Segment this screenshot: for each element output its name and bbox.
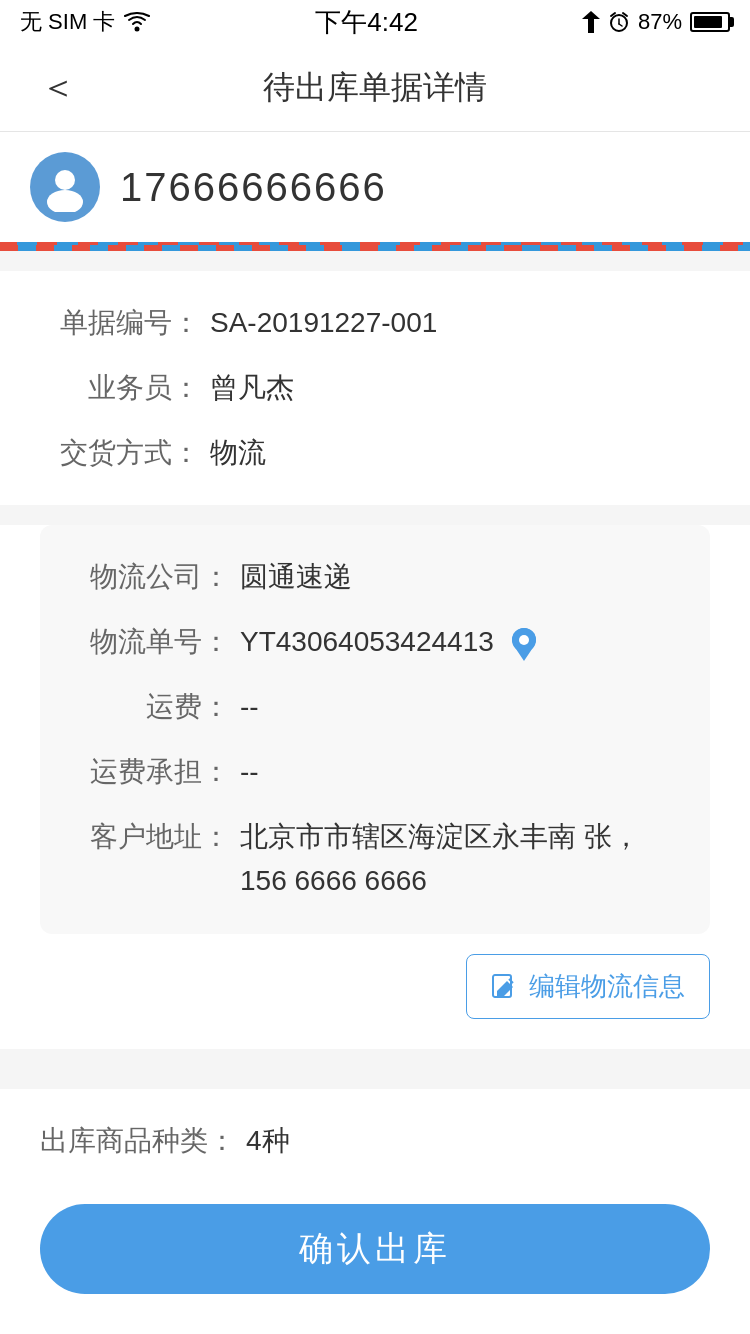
delivery-row: 交货方式： 物流: [40, 431, 710, 476]
svg-point-4: [55, 170, 75, 190]
alarm-icon: [608, 11, 630, 33]
logistics-card: 物流公司： 圆通速递 物流单号： YT43064053424413 运费： --…: [40, 525, 710, 934]
avatar: [30, 152, 100, 222]
customer-phone: 17666666666: [120, 165, 387, 210]
edit-logistics-button[interactable]: 编辑物流信息: [466, 954, 710, 1019]
battery-text: 87%: [638, 9, 682, 35]
address-row: 客户地址： 北京市市辖区海淀区永丰南 张，156 6666 6666: [70, 815, 680, 905]
address-value: 北京市市辖区海淀区永丰南 张，156 6666 6666: [230, 815, 680, 905]
edit-icon: [491, 973, 519, 1001]
svg-line-3: [619, 24, 622, 26]
section-divider-1: [0, 1069, 750, 1089]
logistics-company-row: 物流公司： 圆通速递: [70, 555, 680, 600]
goods-types-label: 出库商品种类：: [40, 1119, 236, 1164]
nav-bar: ＜ 待出库单据详情: [0, 44, 750, 132]
svg-point-8: [519, 635, 529, 645]
order-number-value: SA-20191227-001: [200, 301, 710, 346]
svg-point-5: [47, 190, 83, 212]
salesman-row: 业务员： 曾凡杰: [40, 366, 710, 411]
back-button[interactable]: ＜: [30, 53, 86, 122]
customer-header: 17666666666: [0, 132, 750, 245]
goods-types-row: 出库商品种类： 4种: [40, 1119, 710, 1164]
wifi-icon: [123, 12, 151, 32]
svg-point-0: [135, 27, 140, 32]
page-title: 待出库单据详情: [263, 66, 487, 110]
carrier-text: 无 SIM 卡: [20, 7, 115, 37]
user-icon: [40, 162, 90, 212]
delivery-value: 物流: [200, 431, 710, 476]
address-label: 客户地址：: [70, 815, 230, 860]
map-pin-icon[interactable]: [506, 625, 542, 661]
tracking-value-container: YT43064053424413: [230, 620, 680, 665]
goods-types-value: 4种: [236, 1119, 710, 1164]
order-info-section: 单据编号： SA-20191227-001 业务员： 曾凡杰 交货方式： 物流: [0, 271, 750, 505]
logistics-section: 物流公司： 圆通速递 物流单号： YT43064053424413 运费： --…: [0, 525, 750, 1049]
edit-logistics-container: 编辑物流信息: [40, 954, 710, 1019]
dashed-divider: [0, 245, 750, 251]
freight-value: --: [230, 685, 680, 730]
freight-bear-label: 运费承担：: [70, 750, 230, 795]
freight-label: 运费：: [70, 685, 230, 730]
freight-bear-row: 运费承担： --: [70, 750, 680, 795]
salesman-label: 业务员：: [40, 366, 200, 411]
battery-icon: [690, 12, 730, 32]
delivery-label: 交货方式：: [40, 431, 200, 476]
order-number-label: 单据编号：: [40, 301, 200, 346]
tracking-number: YT43064053424413: [240, 620, 494, 665]
location-status-icon: [582, 11, 600, 33]
order-number-row: 单据编号： SA-20191227-001: [40, 301, 710, 346]
status-bar-right: 87%: [582, 9, 730, 35]
status-bar-time: 下午4:42: [315, 5, 418, 40]
logistics-company-value: 圆通速递: [230, 555, 680, 600]
confirm-outbound-button[interactable]: 确认出库: [40, 1204, 710, 1294]
tracking-row: 物流单号： YT43064053424413: [70, 620, 680, 665]
logistics-company-label: 物流公司：: [70, 555, 230, 600]
freight-bear-value: --: [230, 750, 680, 795]
bottom-bar: 确认出库: [0, 1184, 750, 1334]
status-bar-left: 无 SIM 卡: [20, 7, 151, 37]
status-bar: 无 SIM 卡 下午4:42 87%: [0, 0, 750, 44]
freight-row: 运费： --: [70, 685, 680, 730]
edit-logistics-label: 编辑物流信息: [529, 969, 685, 1004]
salesman-value: 曾凡杰: [200, 366, 710, 411]
tracking-label: 物流单号：: [70, 620, 230, 665]
